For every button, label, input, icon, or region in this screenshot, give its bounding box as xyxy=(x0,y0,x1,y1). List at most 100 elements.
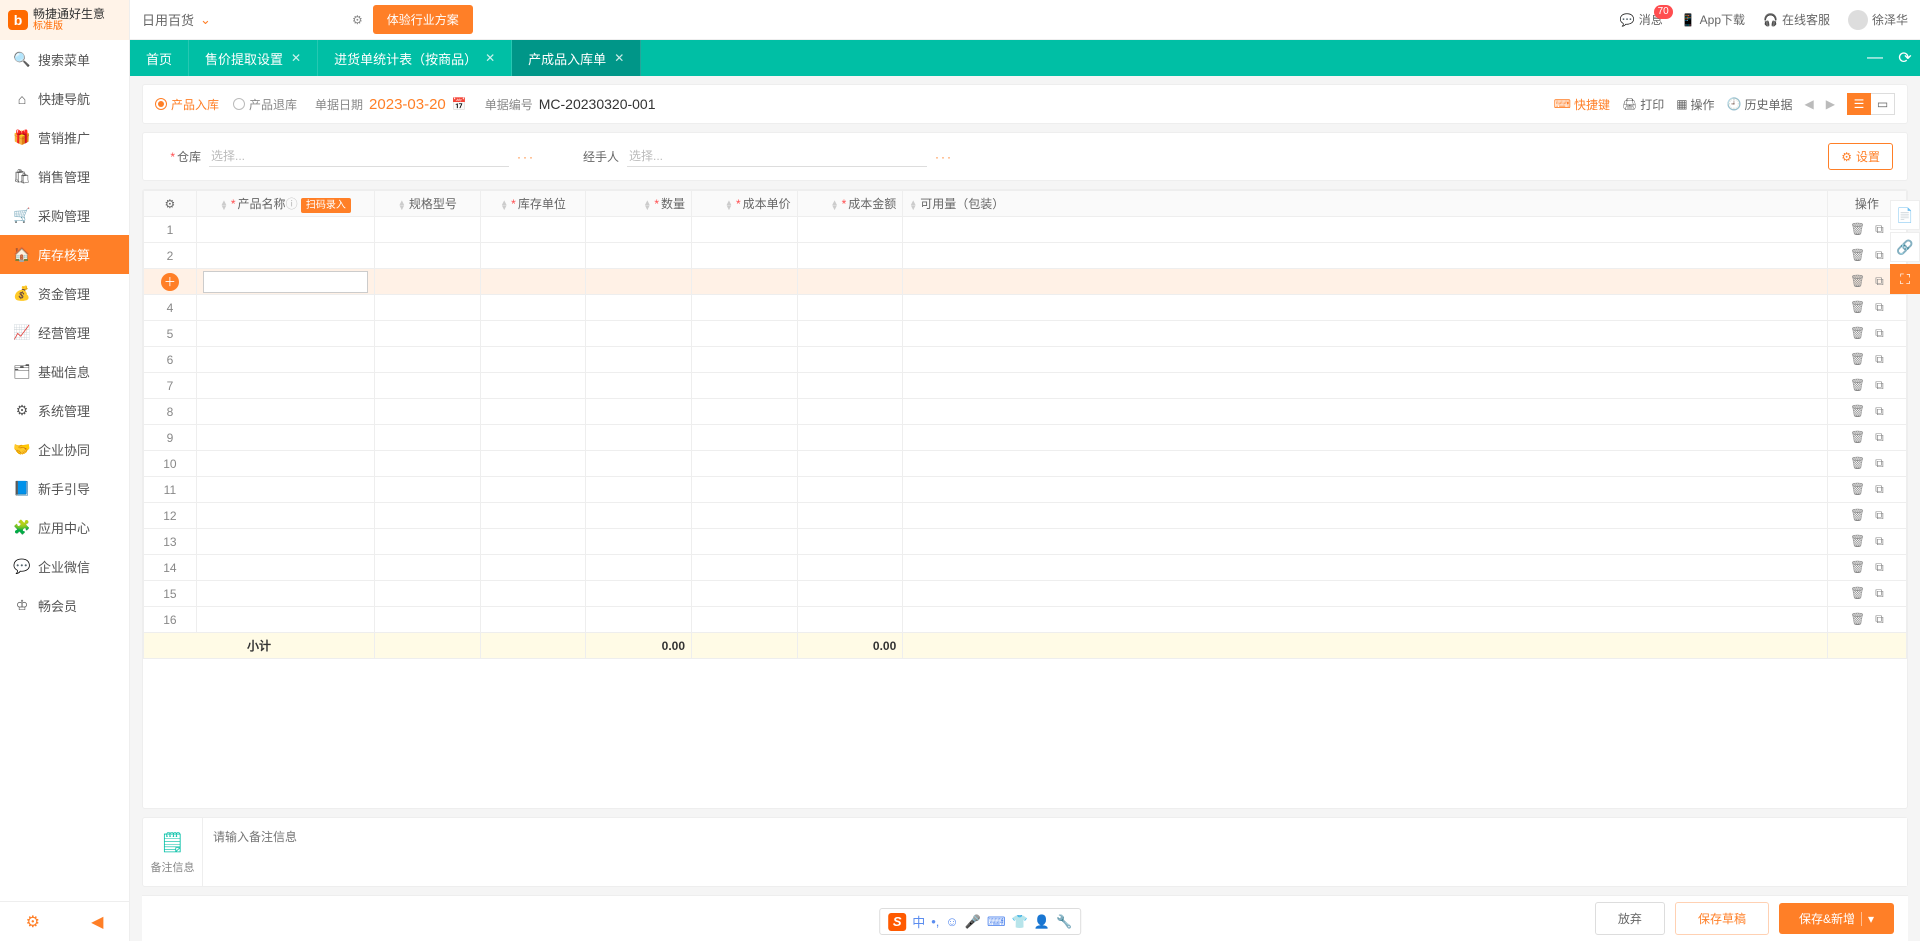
try-plan-button[interactable]: 体验行业方案 xyxy=(373,5,473,34)
sidebar-item-13[interactable]: 💬企业微信 xyxy=(0,547,129,586)
doc-date-value[interactable]: 2023-03-20 xyxy=(369,96,446,113)
shortcut-link[interactable]: ⌨快捷键 xyxy=(1554,96,1610,113)
delete-row-icon[interactable]: 🗑 xyxy=(1850,248,1865,263)
delete-row-icon[interactable]: 🗑 xyxy=(1850,586,1865,601)
close-icon[interactable]: ✕ xyxy=(485,51,495,65)
ime-mic-icon[interactable]: 🎤 xyxy=(965,914,981,930)
sidebar-item-9[interactable]: ⚙系统管理 xyxy=(0,391,129,430)
table-row[interactable]: 15🗑⧉ xyxy=(144,581,1907,607)
copy-row-icon[interactable]: ⧉ xyxy=(1875,248,1884,263)
ime-keyboard-icon[interactable]: ⌨ xyxy=(987,914,1006,930)
discard-button[interactable]: 放弃 xyxy=(1595,902,1665,935)
table-row[interactable]: 16🗑⧉ xyxy=(144,607,1907,633)
sidebar-item-12[interactable]: 🧩应用中心 xyxy=(0,508,129,547)
delete-row-icon[interactable]: 🗑 xyxy=(1850,612,1865,627)
ime-person-icon[interactable]: 👤 xyxy=(1034,914,1050,930)
sidebar-item-10[interactable]: 🤝企业协同 xyxy=(0,430,129,469)
form-settings-button[interactable]: ⚙设置 xyxy=(1828,143,1893,170)
save-draft-button[interactable]: 保存草稿 xyxy=(1675,902,1769,935)
view-form[interactable]: ☰ xyxy=(1847,93,1871,115)
sidebar-item-11[interactable]: 📘新手引导 xyxy=(0,469,129,508)
table-row[interactable]: 11🗑⧉ xyxy=(144,477,1907,503)
user-menu[interactable]: 徐泽华 xyxy=(1848,10,1908,30)
sidebar-item-0[interactable]: 🔍搜索菜单 xyxy=(0,40,129,79)
copy-row-icon[interactable]: ⧉ xyxy=(1875,352,1884,367)
copy-row-icon[interactable]: ⧉ xyxy=(1875,612,1884,627)
app-download-link[interactable]: 📱 App下载 xyxy=(1681,11,1745,28)
remarks-input[interactable] xyxy=(203,818,1907,886)
radio-in[interactable]: 产品入库 xyxy=(155,96,219,113)
copy-row-icon[interactable]: ⧉ xyxy=(1875,430,1884,445)
collapse-icon[interactable]: ◀ xyxy=(91,912,103,932)
copy-row-icon[interactable]: ⧉ xyxy=(1875,456,1884,471)
store-settings-icon[interactable]: ⚙ xyxy=(352,13,363,27)
delete-row-icon[interactable]: 🗑 xyxy=(1850,352,1865,367)
ime-lang[interactable]: 中 xyxy=(912,912,925,931)
col-product[interactable]: ▲▼*产品名称ⓘ 扫码录入 xyxy=(196,191,374,217)
copy-row-icon[interactable]: ⧉ xyxy=(1875,378,1884,393)
sidebar-item-6[interactable]: 💰资金管理 xyxy=(0,274,129,313)
delete-row-icon[interactable]: 🗑 xyxy=(1850,274,1865,289)
add-row-icon[interactable]: ＋ xyxy=(161,273,179,291)
col-spec[interactable]: ▲▼规格型号 xyxy=(375,191,481,217)
radio-out[interactable]: 产品退库 xyxy=(233,96,297,113)
copy-row-icon[interactable]: ⧉ xyxy=(1875,274,1884,289)
copy-row-icon[interactable]: ⧉ xyxy=(1875,404,1884,419)
table-row[interactable]: 8🗑⧉ xyxy=(144,399,1907,425)
col-unit[interactable]: ▲▼*库存单位 xyxy=(480,191,586,217)
tab-1[interactable]: 售价提取设置✕ xyxy=(189,40,318,76)
tab-minimize-icon[interactable]: — xyxy=(1860,40,1890,76)
sidebar-item-5[interactable]: 🏠库存核算 xyxy=(0,235,129,274)
copy-row-icon[interactable]: ⧉ xyxy=(1875,482,1884,497)
tab-refresh-icon[interactable]: ⟳ xyxy=(1890,40,1920,76)
sidebar-item-7[interactable]: 📈经营管理 xyxy=(0,313,129,352)
sidebar-item-14[interactable]: ♔畅会员 xyxy=(0,586,129,625)
copy-row-icon[interactable]: ⧉ xyxy=(1875,534,1884,549)
widget-note-icon[interactable]: 📄 xyxy=(1890,200,1920,230)
delete-row-icon[interactable]: 🗑 xyxy=(1850,378,1865,393)
delete-row-icon[interactable]: 🗑 xyxy=(1850,456,1865,471)
widget-expand-icon[interactable]: ⛶ xyxy=(1890,264,1920,294)
scan-button[interactable]: 扫码录入 xyxy=(301,198,351,213)
close-icon[interactable]: ✕ xyxy=(291,51,301,65)
table-row[interactable]: 7🗑⧉ xyxy=(144,373,1907,399)
ime-skin-icon[interactable]: 👕 xyxy=(1012,914,1028,930)
handler-more-icon[interactable]: ··· xyxy=(935,150,953,164)
store-selector[interactable]: 日用百货 ⌄ xyxy=(142,10,342,29)
sidebar-item-3[interactable]: 🛍销售管理 xyxy=(0,157,129,196)
prev-doc[interactable]: ◀ xyxy=(1805,97,1814,111)
view-card[interactable]: ▭ xyxy=(1871,93,1895,115)
table-row[interactable]: 9🗑⧉ xyxy=(144,425,1907,451)
table-row[interactable]: 1🗑⧉ xyxy=(144,217,1907,243)
delete-row-icon[interactable]: 🗑 xyxy=(1850,300,1865,315)
table-row[interactable]: 2🗑⧉ xyxy=(144,243,1907,269)
copy-row-icon[interactable]: ⧉ xyxy=(1875,222,1884,237)
col-gear[interactable]: ⚙ xyxy=(144,191,197,217)
table-row[interactable]: 6🗑⧉ xyxy=(144,347,1907,373)
calendar-icon[interactable]: 📅 xyxy=(452,97,467,111)
sidebar-item-4[interactable]: 🛒采购管理 xyxy=(0,196,129,235)
table-row[interactable]: 13🗑⧉ xyxy=(144,529,1907,555)
col-amount[interactable]: ▲▼*成本金额 xyxy=(797,191,903,217)
warehouse-more-icon[interactable]: ··· xyxy=(517,150,535,164)
delete-row-icon[interactable]: 🗑 xyxy=(1850,508,1865,523)
widget-link-icon[interactable]: 🔗 xyxy=(1890,232,1920,262)
col-qty[interactable]: ▲▼*数量 xyxy=(586,191,692,217)
history-link[interactable]: 🕘历史单据 xyxy=(1727,96,1793,113)
tab-2[interactable]: 进货单统计表（按商品）✕ xyxy=(318,40,512,76)
sidebar-item-2[interactable]: 🎁营销推广 xyxy=(0,118,129,157)
table-row[interactable]: 4🗑⧉ xyxy=(144,295,1907,321)
copy-row-icon[interactable]: ⧉ xyxy=(1875,508,1884,523)
table-row[interactable]: 5🗑⧉ xyxy=(144,321,1907,347)
delete-row-icon[interactable]: 🗑 xyxy=(1850,482,1865,497)
col-price[interactable]: ▲▼*成本单价 xyxy=(692,191,798,217)
delete-row-icon[interactable]: 🗑 xyxy=(1850,430,1865,445)
copy-row-icon[interactable]: ⧉ xyxy=(1875,326,1884,341)
delete-row-icon[interactable]: 🗑 xyxy=(1850,560,1865,575)
close-icon[interactable]: ✕ xyxy=(614,51,624,65)
warehouse-input[interactable] xyxy=(209,146,509,167)
sidebar-item-1[interactable]: ⌂快捷导航 xyxy=(0,79,129,118)
product-name-input[interactable] xyxy=(203,271,368,293)
copy-row-icon[interactable]: ⧉ xyxy=(1875,586,1884,601)
messages-link[interactable]: 💬 消息 70 xyxy=(1620,11,1663,28)
